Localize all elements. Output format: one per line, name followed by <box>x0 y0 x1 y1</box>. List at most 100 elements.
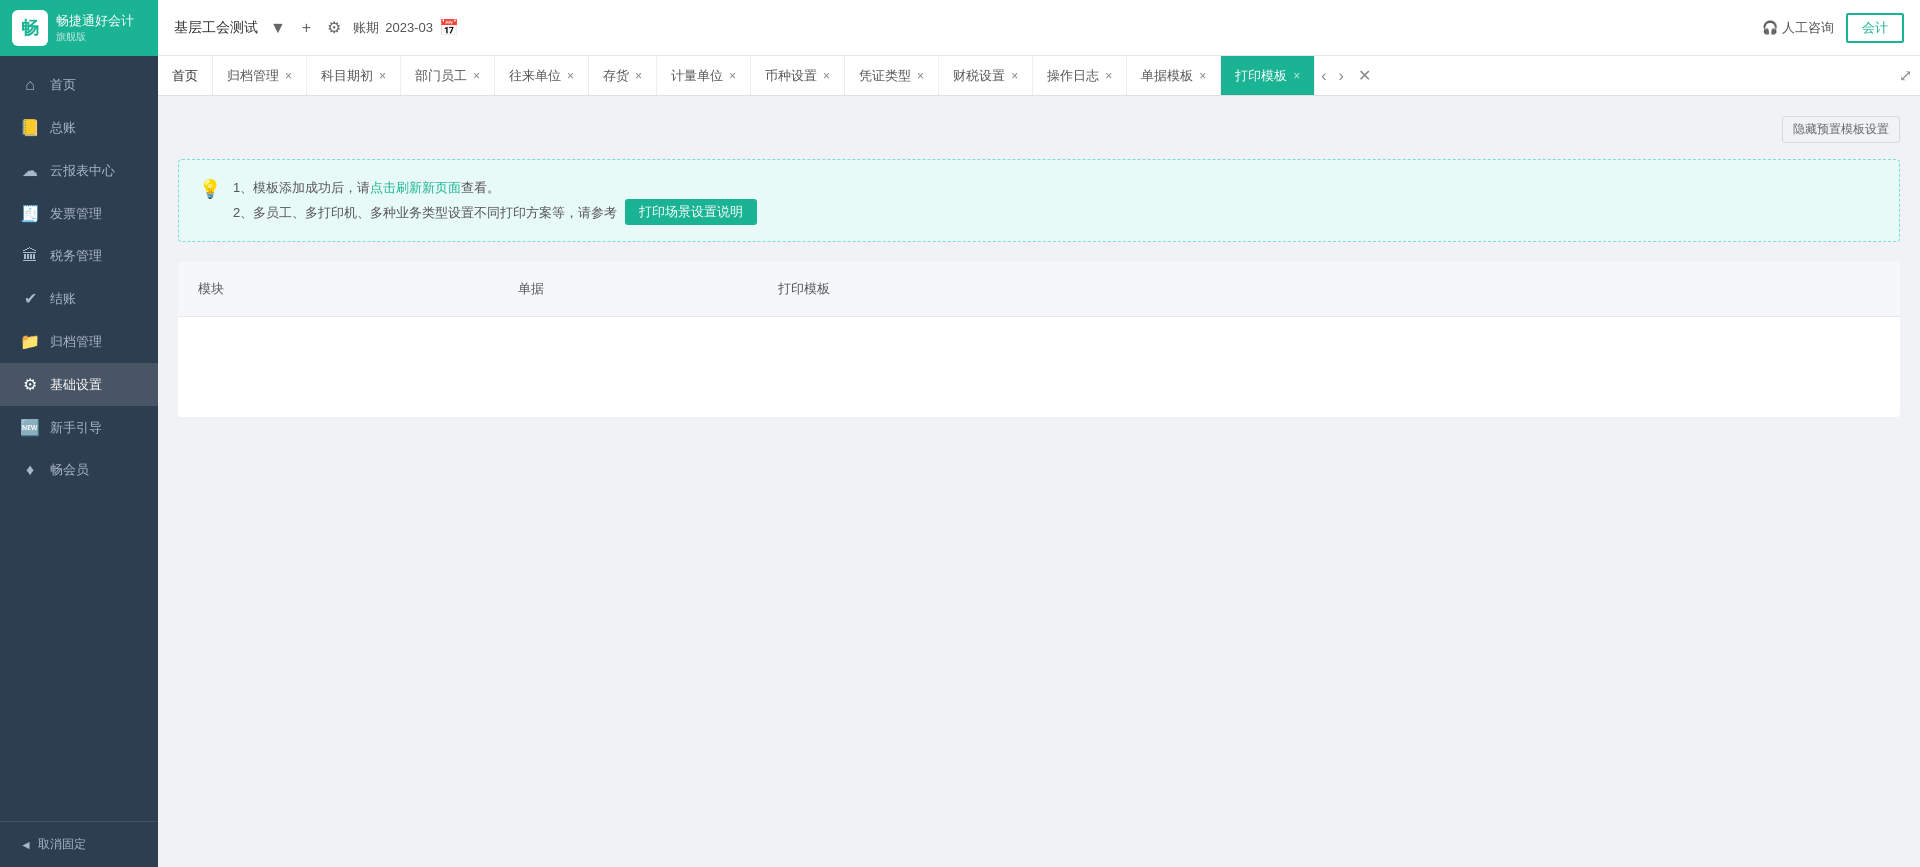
column-header-template: 打印模板 <box>758 272 1900 306</box>
tab-currency[interactable]: 币种设置 × <box>751 56 845 96</box>
tab-home[interactable]: 首页 <box>158 56 213 96</box>
tab-scroll-left-button[interactable]: ‹ <box>1315 56 1332 96</box>
sidebar-item-member[interactable]: ♦ 畅会员 <box>0 449 158 491</box>
main-area: 基层工会测试 ▼ + ⚙ 账期 2023-03 📅 🎧 人工咨询 会计 <box>158 0 1920 867</box>
sidebar-item-reports[interactable]: ☁ 云报表中心 <box>0 149 158 192</box>
info-text: 1、模板添加成功后，请点击刷新新页面查看。 2、多员工、多打印机、多种业务类型设… <box>233 176 757 225</box>
chevron-left-icon: ‹ <box>1321 67 1326 85</box>
tab-archive[interactable]: 归档管理 × <box>213 56 307 96</box>
sidebar-item-label: 发票管理 <box>50 205 102 223</box>
sidebar-item-label: 云报表中心 <box>50 162 115 180</box>
company-name[interactable]: 基层工会测试 <box>174 19 258 37</box>
tab-close-icon[interactable]: × <box>379 70 386 82</box>
tab-close-icon[interactable]: × <box>823 70 830 82</box>
bulb-icon: 💡 <box>199 178 221 200</box>
logo-icon: 畅 <box>12 10 48 46</box>
info-line2-prefix: 2、多员工、多打印机、多种业务类型设置不同打印方案等，请参考 <box>233 201 617 224</box>
tax-icon: 🏛 <box>20 247 40 265</box>
toolbar-row: 隐藏预置模板设置 <box>178 116 1900 151</box>
tab-close-icon[interactable]: × <box>635 70 642 82</box>
sidebar-item-checkout[interactable]: ✔ 结账 <box>0 277 158 320</box>
sidebar-item-archive[interactable]: 📁 归档管理 <box>0 320 158 363</box>
tab-label: 部门员工 <box>415 67 467 85</box>
tab-oplog[interactable]: 操作日志 × <box>1033 56 1127 96</box>
sidebar: 畅 畅捷通好会计 旗舰版 ⌂ 首页 📒 总账 ☁ 云报表中心 🧾 发票管理 🏛 … <box>0 0 158 867</box>
sidebar-item-label: 总账 <box>50 119 76 137</box>
refresh-link[interactable]: 点击刷新新页面 <box>370 180 461 195</box>
sidebar-item-label: 畅会员 <box>50 461 89 479</box>
company-dropdown-button[interactable]: ▼ <box>266 15 290 41</box>
sidebar-item-invoice[interactable]: 🧾 发票管理 <box>0 192 158 235</box>
add-company-button[interactable]: + <box>298 15 315 41</box>
logo-name: 畅捷通好会计 <box>56 13 134 30</box>
company-settings-button[interactable]: ⚙ <box>323 14 345 41</box>
sidebar-item-tax[interactable]: 🏛 税务管理 <box>0 235 158 277</box>
tab-voucher[interactable]: 凭证类型 × <box>845 56 939 96</box>
tab-close-icon[interactable]: × <box>1011 70 1018 82</box>
logo-edition: 旗舰版 <box>56 30 134 43</box>
tab-measure[interactable]: 计量单位 × <box>657 56 751 96</box>
tab-label: 存货 <box>603 67 629 85</box>
add-icon: + <box>302 19 311 37</box>
tab-staff[interactable]: 部门员工 × <box>401 56 495 96</box>
top-header: 基层工会测试 ▼ + ⚙ 账期 2023-03 📅 🎧 人工咨询 会计 <box>158 0 1920 56</box>
unpin-label: 取消固定 <box>38 836 86 853</box>
info-line2: 2、多员工、多打印机、多种业务类型设置不同打印方案等，请参考 打印场景设置说明 <box>233 199 757 225</box>
tab-close-icon[interactable]: × <box>285 70 292 82</box>
sidebar-logo: 畅 畅捷通好会计 旗舰版 <box>0 0 158 56</box>
tab-close-icon[interactable]: × <box>917 70 924 82</box>
sidebar-item-label: 税务管理 <box>50 247 102 265</box>
sidebar-nav: ⌂ 首页 📒 总账 ☁ 云报表中心 🧾 发票管理 🏛 税务管理 ✔ 结账 📁 归… <box>0 56 158 821</box>
tab-contact[interactable]: 往来单位 × <box>495 56 589 96</box>
explain-button[interactable]: 打印场景设置说明 <box>625 199 757 225</box>
tab-label: 计量单位 <box>671 67 723 85</box>
close-all-icon: ✕ <box>1358 66 1371 85</box>
customer-service-button[interactable]: 🎧 人工咨询 <box>1762 19 1834 37</box>
tab-printtemplate[interactable]: 打印模板 × <box>1221 56 1315 96</box>
expand-button[interactable]: ⤢ <box>1891 56 1920 96</box>
member-icon: ♦ <box>20 461 40 479</box>
dropdown-icon: ▼ <box>270 19 286 37</box>
unpin-button[interactable]: ◄ 取消固定 <box>0 821 158 867</box>
info-line1-prefix: 1、模板添加成功后，请 <box>233 180 370 195</box>
cloud-icon: ☁ <box>20 161 40 180</box>
tab-close-icon[interactable]: × <box>1293 70 1300 82</box>
ledger-icon: 📒 <box>20 118 40 137</box>
chevron-right-icon: › <box>1339 67 1344 85</box>
tab-receipt[interactable]: 单据模板 × <box>1127 56 1221 96</box>
tab-inventory[interactable]: 存货 × <box>589 56 657 96</box>
calendar-icon[interactable]: 📅 <box>439 18 459 37</box>
tab-close-icon[interactable]: × <box>1199 70 1206 82</box>
hide-template-button[interactable]: 隐藏预置模板设置 <box>1782 116 1900 143</box>
checkout-icon: ✔ <box>20 289 40 308</box>
tab-close-icon[interactable]: × <box>567 70 574 82</box>
sidebar-item-home[interactable]: ⌂ 首页 <box>0 64 158 106</box>
tab-label: 打印模板 <box>1235 67 1287 85</box>
header-right: 🎧 人工咨询 会计 <box>1762 13 1904 43</box>
content-area: 隐藏预置模板设置 💡 1、模板添加成功后，请点击刷新新页面查看。 2、多员工、多… <box>158 96 1920 867</box>
tab-subject[interactable]: 科目期初 × <box>307 56 401 96</box>
invoice-icon: 🧾 <box>20 204 40 223</box>
tab-taxsetting[interactable]: 财税设置 × <box>939 56 1033 96</box>
sidebar-item-ledger[interactable]: 📒 总账 <box>0 106 158 149</box>
period-label: 账期 <box>353 19 379 37</box>
close-all-tabs-button[interactable]: ✕ <box>1350 56 1379 96</box>
guide-icon: 🆕 <box>20 418 40 437</box>
tab-label: 操作日志 <box>1047 67 1099 85</box>
accounting-button[interactable]: 会计 <box>1846 13 1904 43</box>
sidebar-item-settings[interactable]: ⚙ 基础设置 <box>0 363 158 406</box>
tab-close-icon[interactable]: × <box>729 70 736 82</box>
period-value: 2023-03 <box>385 20 433 35</box>
sidebar-item-label: 基础设置 <box>50 376 102 394</box>
tab-label: 往来单位 <box>509 67 561 85</box>
unpin-icon: ◄ <box>20 838 32 852</box>
tab-scroll-right-button[interactable]: › <box>1333 56 1350 96</box>
tab-close-icon[interactable]: × <box>473 70 480 82</box>
header-actions: 基层工会测试 ▼ + ⚙ 账期 2023-03 📅 <box>174 14 1750 41</box>
sidebar-item-guide[interactable]: 🆕 新手引导 <box>0 406 158 449</box>
column-header-receipt: 单据 <box>498 272 758 306</box>
sidebar-item-label: 新手引导 <box>50 419 102 437</box>
tab-label: 财税设置 <box>953 67 1005 85</box>
tab-close-icon[interactable]: × <box>1105 70 1112 82</box>
table-header: 模块 单据 打印模板 <box>178 262 1900 317</box>
